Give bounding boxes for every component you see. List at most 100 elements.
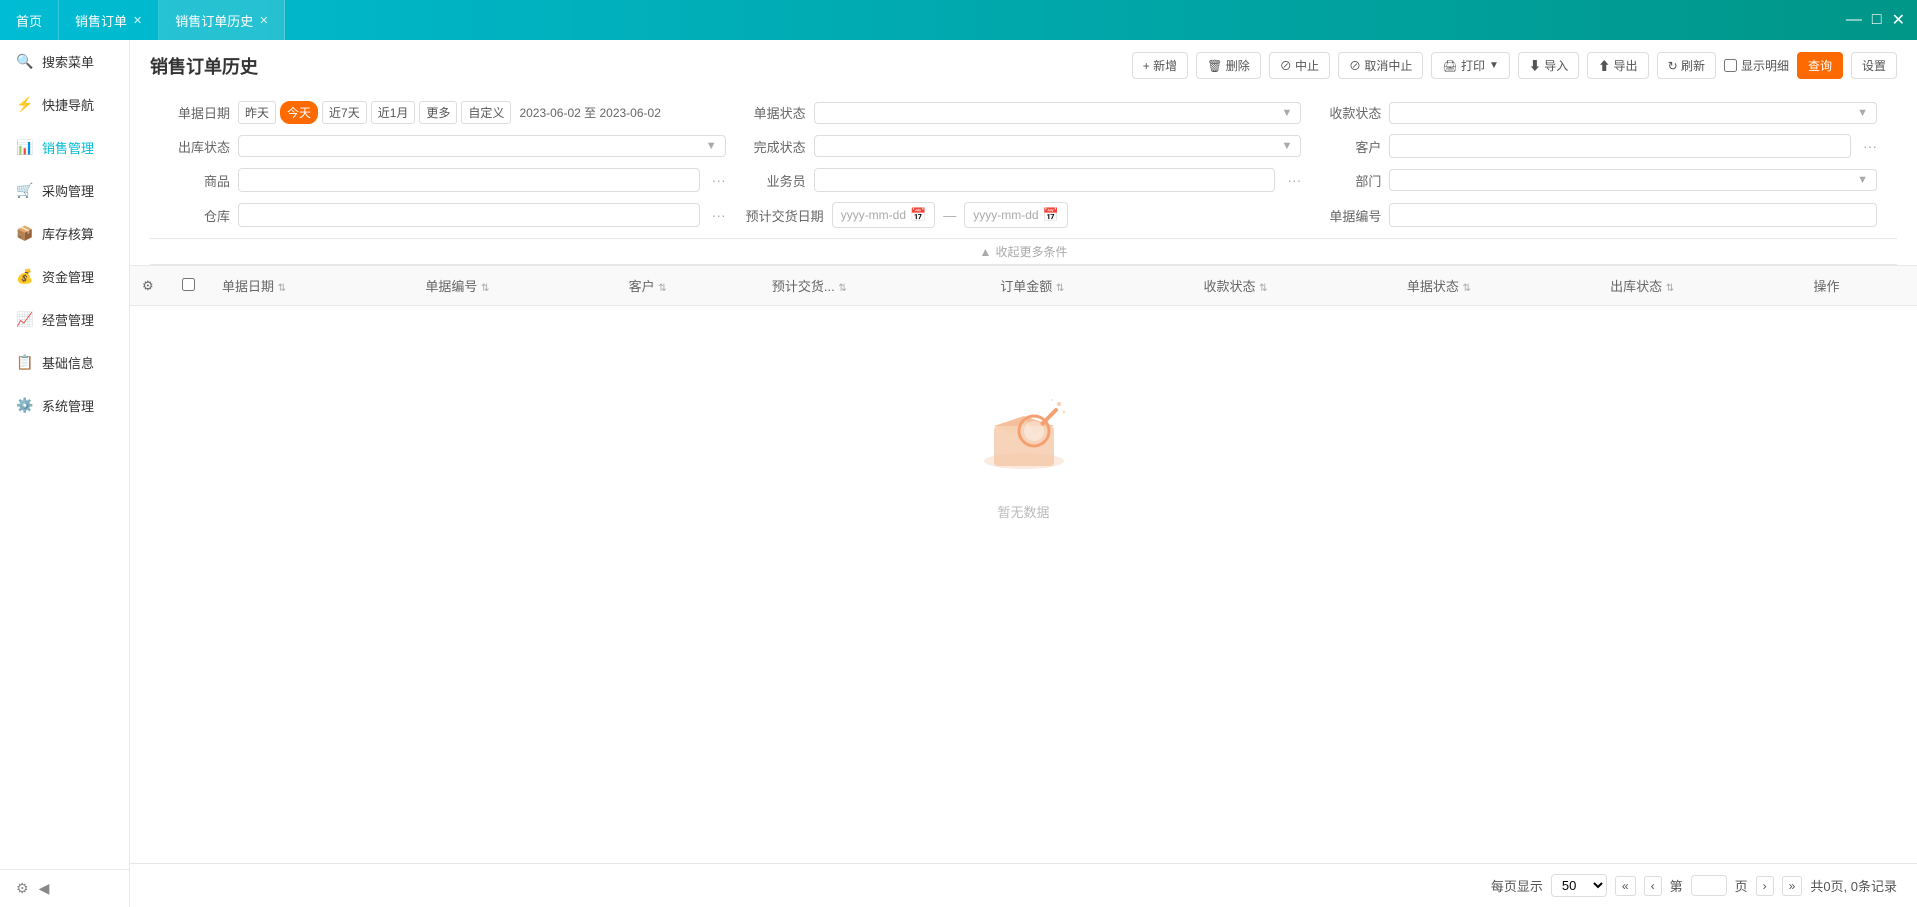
complete-status-arrow-icon: ▼ [1281, 140, 1292, 152]
date-label: 单据日期 [170, 103, 230, 122]
table-area: ⚙ 单据日期 ⇅ 单据编号 ⇅ [130, 266, 1917, 863]
customer-label: 客户 [1321, 137, 1381, 156]
department-select[interactable]: ▼ [1389, 169, 1877, 191]
query-button[interactable]: 查询 [1797, 52, 1843, 79]
sidebar-item-finance[interactable]: 💰 资金管理 [0, 255, 129, 298]
filter-row-2: 出库状态 ▼ 完成状态 ▼ 客户 [170, 134, 1877, 158]
select-all-checkbox[interactable] [182, 278, 195, 291]
last-page-button[interactable]: » [1782, 876, 1803, 896]
date-more-btn[interactable]: 更多 [419, 101, 457, 124]
sidebar-item-inventory[interactable]: 📦 库存核算 [0, 212, 129, 255]
th-bill-date[interactable]: 单据日期 ⇅ [210, 266, 413, 306]
expected-date-group: yyyy-mm-dd 📅 — yyyy-mm-dd 📅 [832, 202, 1068, 228]
warehouse-input[interactable] [238, 203, 700, 227]
date-range-buttons: 昨天 今天 近7天 近1月 更多 自定义 2023-06-02 至 2023-0… [238, 101, 661, 124]
filter-date-field: 单据日期 昨天 今天 近7天 近1月 更多 自定义 2023-06-02 至 2… [170, 101, 726, 124]
sidebar-item-sys-mgmt[interactable]: ⚙️ 系统管理 [0, 384, 129, 427]
th-out-status[interactable]: 出库状态 ⇅ [1598, 266, 1801, 306]
prev-page-button[interactable]: ‹ [1644, 876, 1662, 896]
salesperson-input[interactable] [814, 168, 1276, 192]
tab-home[interactable]: 首页 [0, 0, 59, 40]
out-status-select[interactable]: ▼ [238, 135, 726, 157]
sidebar-settings-icon[interactable]: ⚙ [16, 880, 29, 897]
collapse-button[interactable]: ▲ 收起更多条件 [980, 243, 1068, 260]
expected-date-from-calendar-icon[interactable]: 📅 [910, 207, 926, 223]
salesperson-more-icon[interactable]: ··· [1287, 172, 1301, 188]
refresh-button[interactable]: ↻ 刷新 [1657, 52, 1716, 79]
department-arrow-icon: ▼ [1857, 174, 1868, 186]
th-bill-status-label: 单据状态 [1407, 279, 1459, 294]
th-settings[interactable]: ⚙ [130, 266, 170, 306]
date-1month-btn[interactable]: 近1月 [371, 101, 416, 124]
complete-status-select[interactable]: ▼ [814, 135, 1302, 157]
sidebar-item-purchase-mgmt-label: 采购管理 [42, 181, 94, 200]
sidebar-item-sales-mgmt[interactable]: 📊 销售管理 [0, 126, 129, 169]
settings-button[interactable]: 设置 [1851, 52, 1897, 79]
sidebar-item-basic-info-label: 基础信息 [42, 353, 94, 372]
page-size-select[interactable]: 10 20 50 100 [1551, 874, 1607, 897]
sidebar-item-operations[interactable]: 📈 经营管理 [0, 298, 129, 341]
print-dropdown-icon[interactable]: ▼ [1489, 60, 1499, 71]
th-order-amount-label: 订单金额 [1000, 279, 1052, 294]
sidebar-item-inventory-label: 库存核算 [42, 224, 94, 243]
warehouse-more-icon[interactable]: ··· [712, 207, 726, 223]
print-button[interactable]: 🖨 打印 ▼ [1431, 52, 1509, 79]
current-page-input[interactable]: 1 [1691, 875, 1727, 896]
maximize-icon[interactable]: □ [1872, 11, 1882, 29]
tab-sales-order[interactable]: 销售订单 ✕ [59, 0, 159, 40]
sidebar-item-finance-label: 资金管理 [42, 267, 94, 286]
print-label: 🖨 打印 [1442, 57, 1485, 74]
expected-delivery-sort-icon: ⇅ [838, 283, 846, 294]
th-bill-no[interactable]: 单据编号 ⇅ [413, 266, 616, 306]
bill-status-select[interactable]: ▼ [814, 102, 1302, 124]
date-today-btn[interactable]: 今天 [280, 101, 318, 124]
customer-input[interactable] [1389, 134, 1851, 158]
out-status-label: 出库状态 [170, 137, 230, 156]
first-page-button[interactable]: « [1615, 876, 1636, 896]
th-bill-status[interactable]: 单据状态 ⇅ [1395, 266, 1598, 306]
expected-date-to-placeholder: yyyy-mm-dd [973, 208, 1038, 222]
bill-no-input[interactable] [1389, 203, 1877, 227]
minimize-icon[interactable]: — [1846, 11, 1862, 29]
date-yesterday-btn[interactable]: 昨天 [238, 101, 276, 124]
collapse-row: ▲ 收起更多条件 [150, 239, 1897, 265]
expected-date-to-calendar-icon[interactable]: 📅 [1043, 207, 1059, 223]
date-7days-btn[interactable]: 近7天 [322, 101, 367, 124]
next-page-button[interactable]: › [1756, 876, 1774, 896]
empty-text: 暂无数据 [997, 502, 1049, 521]
date-custom-btn[interactable]: 自定义 [461, 101, 511, 124]
th-expected-delivery[interactable]: 预计交货... ⇅ [760, 266, 988, 306]
sidebar-item-purchase-mgmt[interactable]: 🛒 采购管理 [0, 169, 129, 212]
filter-customer-field: 客户 ··· [1321, 134, 1877, 158]
th-customer[interactable]: 客户 ⇅ [617, 266, 760, 306]
payment-status-select[interactable]: ▼ [1389, 102, 1877, 124]
th-checkbox[interactable] [170, 266, 210, 306]
sales-mgmt-icon: 📊 [16, 139, 34, 157]
cancel-stop-button[interactable]: ⊘ 取消中止 [1338, 52, 1423, 79]
new-button[interactable]: + 新增 [1132, 52, 1188, 79]
stop-button[interactable]: ⊘ 中止 [1269, 52, 1330, 79]
tab-sales-order-history[interactable]: 销售订单历史 ✕ [159, 0, 285, 40]
sidebar-item-search-menu[interactable]: 🔍 搜索菜单 [0, 40, 129, 83]
product-input[interactable] [238, 168, 700, 192]
expected-date-from[interactable]: yyyy-mm-dd 📅 [832, 202, 936, 228]
th-order-amount[interactable]: 订单金额 ⇅ [988, 266, 1191, 306]
tab-sales-order-history-close[interactable]: ✕ [259, 14, 268, 27]
display-detail-input[interactable] [1724, 59, 1737, 72]
display-detail-checkbox[interactable]: 显示明细 [1724, 57, 1789, 74]
th-payment-status[interactable]: 收款状态 ⇅ [1192, 266, 1395, 306]
tab-sales-order-close[interactable]: ✕ [133, 14, 142, 27]
sidebar-item-basic-info[interactable]: 📋 基础信息 [0, 341, 129, 384]
sidebar-bottom: ⚙ ◀ [0, 869, 129, 907]
close-window-icon[interactable]: ✕ [1892, 10, 1905, 30]
th-expected-delivery-label: 预计交货... [772, 279, 835, 294]
sidebar-collapse-icon[interactable]: ◀ [39, 880, 50, 897]
delete-button[interactable]: 🗑 删除 [1196, 52, 1261, 79]
sidebar-item-quick-nav[interactable]: ⚡ 快捷导航 [0, 83, 129, 126]
page-size-label: 每页显示 [1491, 876, 1543, 895]
customer-more-icon[interactable]: ··· [1863, 138, 1877, 154]
import-button[interactable]: ⬇ 导入 [1518, 52, 1579, 79]
expected-date-to[interactable]: yyyy-mm-dd 📅 [964, 202, 1068, 228]
export-button[interactable]: ⬆ 导出 [1587, 52, 1648, 79]
product-more-icon[interactable]: ··· [712, 172, 726, 188]
